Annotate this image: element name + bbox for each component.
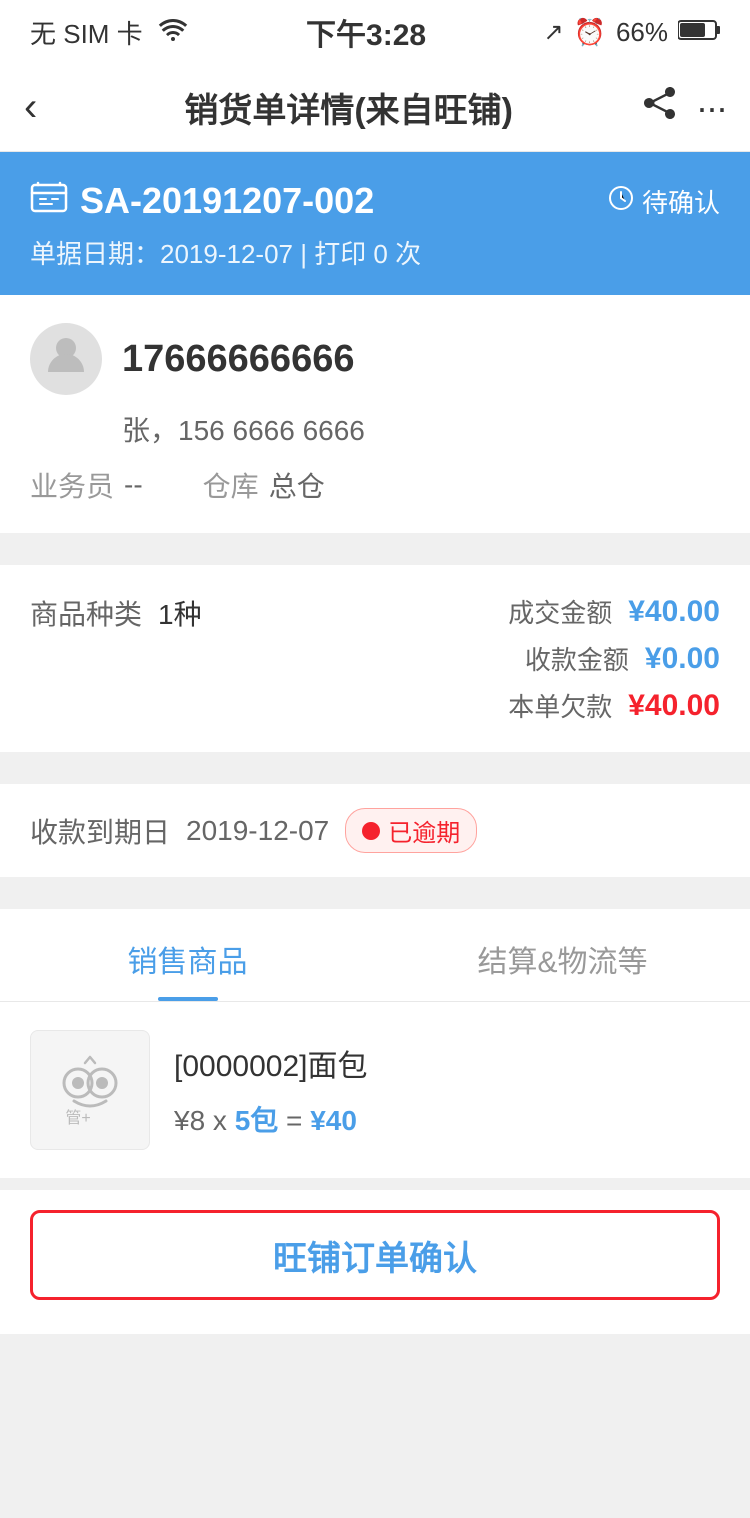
warehouse-label: 仓库 [203,465,259,505]
customer-row: 17666666666 [30,323,720,395]
divider-1 [0,549,750,565]
tabs-bar: 销售商品 结算&物流等 [0,909,750,1002]
battery-icon [678,17,720,48]
divider-3 [0,893,750,909]
order-header: SA-20191207-002 待确认 单据日期：2019-12-07 | 打印… [0,152,750,295]
collected-label: 收款金额 [525,640,629,677]
overdue-text: 已逾期 [388,813,460,848]
location-icon: ↗ [543,18,563,47]
order-status: 待确认 [608,183,720,220]
due-date-label: 收款到期日 [30,811,170,851]
more-icon[interactable]: ··· [696,87,726,129]
product-type-count: 1种 [158,593,202,633]
status-text: 待确认 [642,183,720,220]
sales-rep-label: 业务员 [30,465,114,505]
product-list: 管+ [0000002]面包 ¥8 x 5包 = ¥40 [0,1002,750,1178]
nav-bar: ‹ 销货单详情(来自旺铺) ··· [0,64,750,152]
avatar [30,323,102,395]
deal-amount-value: ¥40.00 [628,595,720,629]
overdue-dot-icon [362,822,380,840]
wifi-icon [157,17,189,48]
order-id-row: SA-20191207-002 待确认 [30,180,720,222]
collected-value: ¥0.00 [645,642,720,676]
customer-phone: 17666666666 [122,338,354,381]
time-display: 下午3:28 [306,10,426,54]
bottom-bar: 旺铺订单确认 [0,1190,750,1334]
customer-meta: 业务员 -- 仓库 总仓 [30,465,720,505]
clock-icon [608,185,634,218]
divider-2 [0,768,750,784]
sales-rep-item: 业务员 -- [30,465,143,505]
battery-label: 66% [616,17,668,48]
tab-products[interactable]: 销售商品 [0,909,375,1001]
order-type-icon [30,180,68,222]
carrier-label: 无 SIM 卡 [30,14,143,51]
product-details: [0000002]面包 ¥8 x 5包 = ¥40 [174,1041,720,1139]
owed-label: 本单欠款 [508,687,612,724]
customer-section: 17666666666 张，156 6666 6666 业务员 -- 仓库 总仓 [0,295,750,533]
share-icon[interactable] [644,87,676,129]
person-icon [44,332,88,387]
warehouse-item: 仓库 总仓 [203,465,325,505]
bottom-spacer [0,1378,750,1518]
status-bar: 无 SIM 卡 下午3:28 ↗ ⏰ 66% [0,0,750,64]
tabs-section: 销售商品 结算&物流等 管+ [0000002]面包 [0,909,750,1178]
due-date-value: 2019-12-07 [186,815,329,847]
product-type-block: 商品种类 1种 [30,593,202,633]
due-date-section: 收款到期日 2019-12-07 已逾期 [0,784,750,877]
order-id: SA-20191207-002 [30,180,374,222]
overdue-badge: 已逾期 [345,808,477,853]
page-title: 销货单详情(来自旺铺) [53,83,644,132]
alarm-icon: ⏰ [574,17,606,48]
status-right: ↗ ⏰ 66% [543,17,720,48]
back-button[interactable]: ‹ [24,85,53,130]
order-number: SA-20191207-002 [80,180,374,222]
customer-name: 张，156 6666 6666 [30,409,720,449]
summary-section: 商品种类 1种 成交金额 ¥40.00 收款金额 ¥0.00 本单欠款 ¥40.… [0,565,750,752]
owed-value: ¥40.00 [628,689,720,723]
deal-amount-row: 成交金额 ¥40.00 [508,593,720,630]
product-thumbnail: 管+ [30,1030,150,1150]
sales-rep-value: -- [124,469,143,501]
product-name: [0000002]面包 [174,1041,720,1085]
nav-actions: ··· [644,87,726,129]
product-type-label: 商品种类 [30,593,142,633]
order-date: 单据日期：2019-12-07 | 打印 0 次 [30,234,720,271]
product-calculation: ¥8 x 5包 = ¥40 [174,1099,720,1139]
amounts-block: 成交金额 ¥40.00 收款金额 ¥0.00 本单欠款 ¥40.00 [508,593,720,724]
warehouse-value: 总仓 [269,465,325,505]
owed-amount-row: 本单欠款 ¥40.00 [508,687,720,724]
status-left: 无 SIM 卡 [30,14,189,51]
summary-row: 商品种类 1种 成交金额 ¥40.00 收款金额 ¥0.00 本单欠款 ¥40.… [30,593,720,724]
collected-amount-row: 收款金额 ¥0.00 [525,640,720,677]
product-row: 管+ [0000002]面包 ¥8 x 5包 = ¥40 [30,1030,720,1150]
deal-amount-label: 成交金额 [508,593,612,630]
svg-text:管+: 管+ [65,1109,90,1125]
confirm-order-button[interactable]: 旺铺订单确认 [30,1210,720,1300]
tab-settlement[interactable]: 结算&物流等 [375,909,750,1001]
